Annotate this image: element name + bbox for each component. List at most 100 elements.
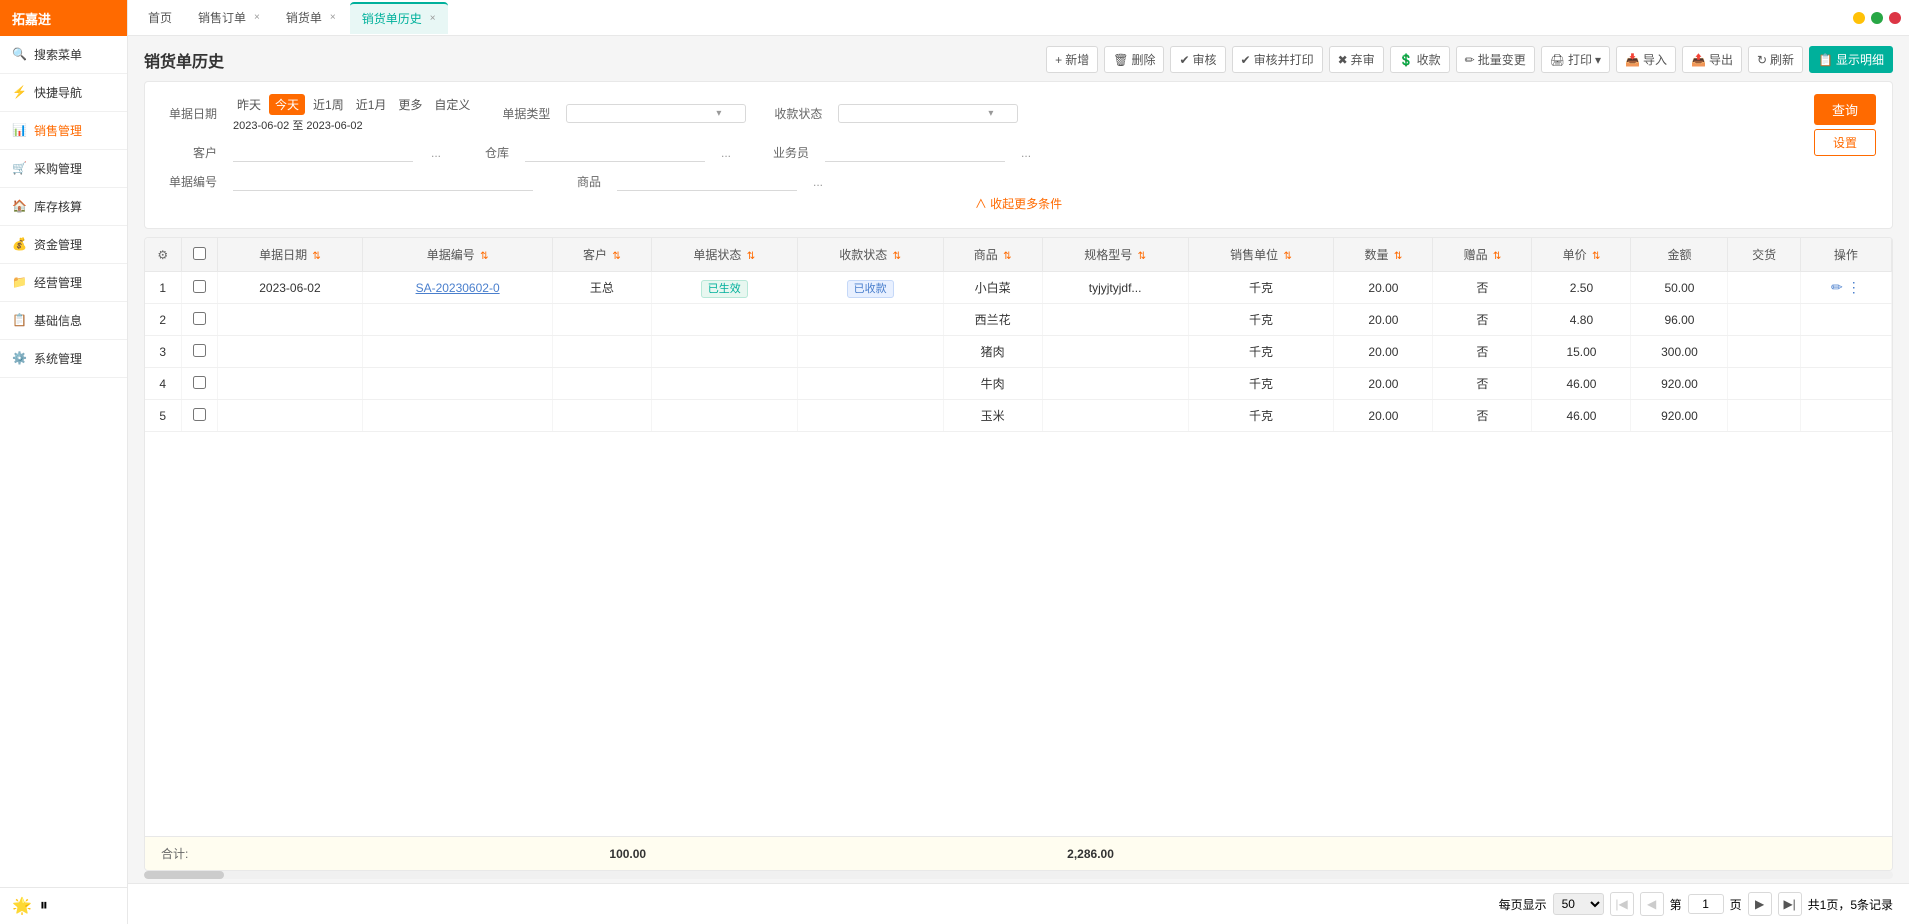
cell-action[interactable] — [1800, 400, 1891, 432]
page-next-button[interactable]: ▶ — [1748, 892, 1772, 916]
collect-status-select[interactable]: ▾ — [838, 104, 1018, 123]
table-scroll[interactable]: ⚙ 单据日期 ⇅ 单据编号 ⇅ — [145, 238, 1892, 836]
delete-button[interactable]: 🗑 删除 — [1104, 46, 1164, 73]
window-maximize[interactable] — [1871, 12, 1883, 24]
sidebar-item-inventory[interactable]: 🏠 库存核算 — [0, 188, 127, 226]
col-doc-date[interactable]: 单据日期 ⇅ — [217, 238, 363, 272]
doc-type-select[interactable]: ▾ — [566, 104, 746, 123]
cell-checkbox[interactable] — [181, 336, 217, 368]
warehouse-input[interactable] — [525, 143, 705, 162]
cell-doc-no[interactable] — [363, 304, 552, 336]
horizontal-scrollbar[interactable] — [144, 871, 1893, 879]
sidebar-item-search-menu[interactable]: 🔍 搜索菜单 — [0, 36, 127, 74]
warehouse-more[interactable]: ... — [721, 146, 731, 160]
abandon-button[interactable]: ✖ 弃审 — [1329, 46, 1384, 73]
tab-sales-history[interactable]: 销货单历史 × — [350, 2, 448, 34]
sidebar-item-quick-nav[interactable]: ⚡ 快捷导航 — [0, 74, 127, 112]
col-collect-status[interactable]: 收款状态 ⇅ — [797, 238, 943, 272]
staff-more[interactable]: ... — [1021, 146, 1031, 160]
sidebar-item-basic-info[interactable]: 📋 基础信息 — [0, 302, 127, 340]
more-action[interactable]: ⋮ — [1847, 279, 1861, 295]
collect-button[interactable]: 💲 收款 — [1390, 46, 1450, 73]
customer-input[interactable] — [233, 143, 413, 162]
date-tab-custom[interactable]: 自定义 — [430, 94, 474, 115]
doc-no-input[interactable] — [233, 172, 533, 191]
sidebar-bottom-icon1[interactable]: 🌟 — [12, 896, 32, 916]
customer-more[interactable]: ... — [431, 146, 441, 160]
date-tab-yesterday[interactable]: 昨天 — [233, 94, 265, 115]
row-checkbox[interactable] — [193, 312, 206, 325]
col-spec[interactable]: 规格型号 ⇅ — [1042, 238, 1188, 272]
window-minimize[interactable] — [1853, 12, 1865, 24]
cell-action[interactable] — [1800, 304, 1891, 336]
date-tab-today[interactable]: 今天 — [269, 94, 305, 115]
audit-button[interactable]: ✔ 审核 — [1170, 46, 1225, 73]
tab-sales-order-close[interactable]: × — [254, 12, 260, 23]
sidebar-item-purchase-mgmt[interactable]: 🛒 采购管理 — [0, 150, 127, 188]
sidebar-item-finance[interactable]: 💰 资金管理 — [0, 226, 127, 264]
col-qty[interactable]: 数量 ⇅ — [1334, 238, 1433, 272]
page-first-button[interactable]: |◀ — [1610, 892, 1634, 916]
cell-checkbox[interactable] — [181, 400, 217, 432]
cell-action[interactable]: ✏⋮ — [1800, 272, 1891, 304]
row-checkbox[interactable] — [193, 376, 206, 389]
tab-sales-delivery-close[interactable]: × — [330, 12, 336, 23]
new-button[interactable]: + 新增 — [1046, 46, 1098, 73]
tab-sales-order[interactable]: 销售订单 × — [186, 2, 272, 34]
cell-doc-no[interactable] — [363, 336, 552, 368]
staff-input[interactable] — [825, 143, 1005, 162]
row-checkbox[interactable] — [193, 344, 206, 357]
col-customer[interactable]: 客户 ⇅ — [552, 238, 651, 272]
cell-doc-no[interactable] — [363, 400, 552, 432]
tab-home[interactable]: 首页 — [136, 2, 184, 34]
setup-button[interactable]: 设置 — [1814, 129, 1876, 156]
query-button[interactable]: 查询 — [1814, 94, 1876, 125]
date-tab-month[interactable]: 近1月 — [352, 94, 391, 115]
page-last-button[interactable]: ▶| — [1778, 892, 1802, 916]
window-close[interactable] — [1889, 12, 1901, 24]
scrollbar-thumb[interactable] — [144, 871, 224, 879]
sidebar-bottom-icon2[interactable]: ⏸ — [40, 897, 48, 915]
col-gift[interactable]: 赠品 ⇅ — [1433, 238, 1532, 272]
page-prev-button[interactable]: ◀ — [1640, 892, 1664, 916]
page-number-input[interactable] — [1688, 894, 1724, 914]
refresh-button[interactable]: ↻ 刷新 — [1748, 46, 1803, 73]
cell-doc-no[interactable] — [363, 368, 552, 400]
col-doc-status[interactable]: 单据状态 ⇅ — [651, 238, 797, 272]
col-doc-no[interactable]: 单据编号 ⇅ — [363, 238, 552, 272]
col-unit[interactable]: 销售单位 ⇅ — [1188, 238, 1334, 272]
audit-print-button[interactable]: ✔ 审核并打印 — [1232, 46, 1323, 73]
cell-checkbox[interactable] — [181, 272, 217, 304]
select-all-checkbox[interactable] — [193, 247, 206, 260]
goods-input[interactable] — [617, 172, 797, 191]
col-goods[interactable]: 商品 ⇅ — [943, 238, 1042, 272]
import-button[interactable]: 📥 导入 — [1616, 46, 1676, 73]
tab-sales-delivery[interactable]: 销货单 × — [274, 2, 348, 34]
collapse-filter[interactable]: ∧ 收起更多条件 — [161, 191, 1876, 216]
row-checkbox[interactable] — [193, 408, 206, 421]
date-tab-week[interactable]: 近1周 — [309, 94, 348, 115]
sidebar-item-system[interactable]: ⚙️ 系统管理 — [0, 340, 127, 378]
page-size-select[interactable]: 50 100 200 — [1553, 893, 1604, 915]
row-checkbox[interactable] — [193, 280, 206, 293]
col-price[interactable]: 单价 ⇅ — [1532, 238, 1631, 272]
doc-no-link[interactable]: SA-20230602-0 — [416, 281, 500, 295]
tab-sales-history-close[interactable]: × — [430, 13, 436, 24]
print-button[interactable]: 🖨 打印 ▾ — [1541, 46, 1610, 73]
sidebar-item-operations[interactable]: 📁 经营管理 — [0, 264, 127, 302]
cell-action[interactable] — [1800, 336, 1891, 368]
col-settings[interactable]: ⚙ — [145, 238, 181, 272]
export-button[interactable]: 📤 导出 — [1682, 46, 1742, 73]
sidebar-item-sales-mgmt[interactable]: 📊 销售管理 — [0, 112, 127, 150]
settings-gear-icon[interactable]: ⚙ — [157, 248, 168, 262]
goods-more[interactable]: ... — [813, 175, 823, 189]
cell-doc-no[interactable]: SA-20230602-0 — [363, 272, 552, 304]
cell-checkbox[interactable] — [181, 304, 217, 336]
cell-checkbox[interactable] — [181, 368, 217, 400]
col-checkbox[interactable] — [181, 238, 217, 272]
edit-action[interactable]: ✏ — [1831, 279, 1843, 295]
batch-change-button[interactable]: ✏ 批量变更 — [1456, 46, 1535, 73]
show-detail-button[interactable]: 📋 显示明细 — [1809, 46, 1893, 73]
cell-action[interactable] — [1800, 368, 1891, 400]
date-tab-more[interactable]: 更多 — [394, 94, 426, 115]
